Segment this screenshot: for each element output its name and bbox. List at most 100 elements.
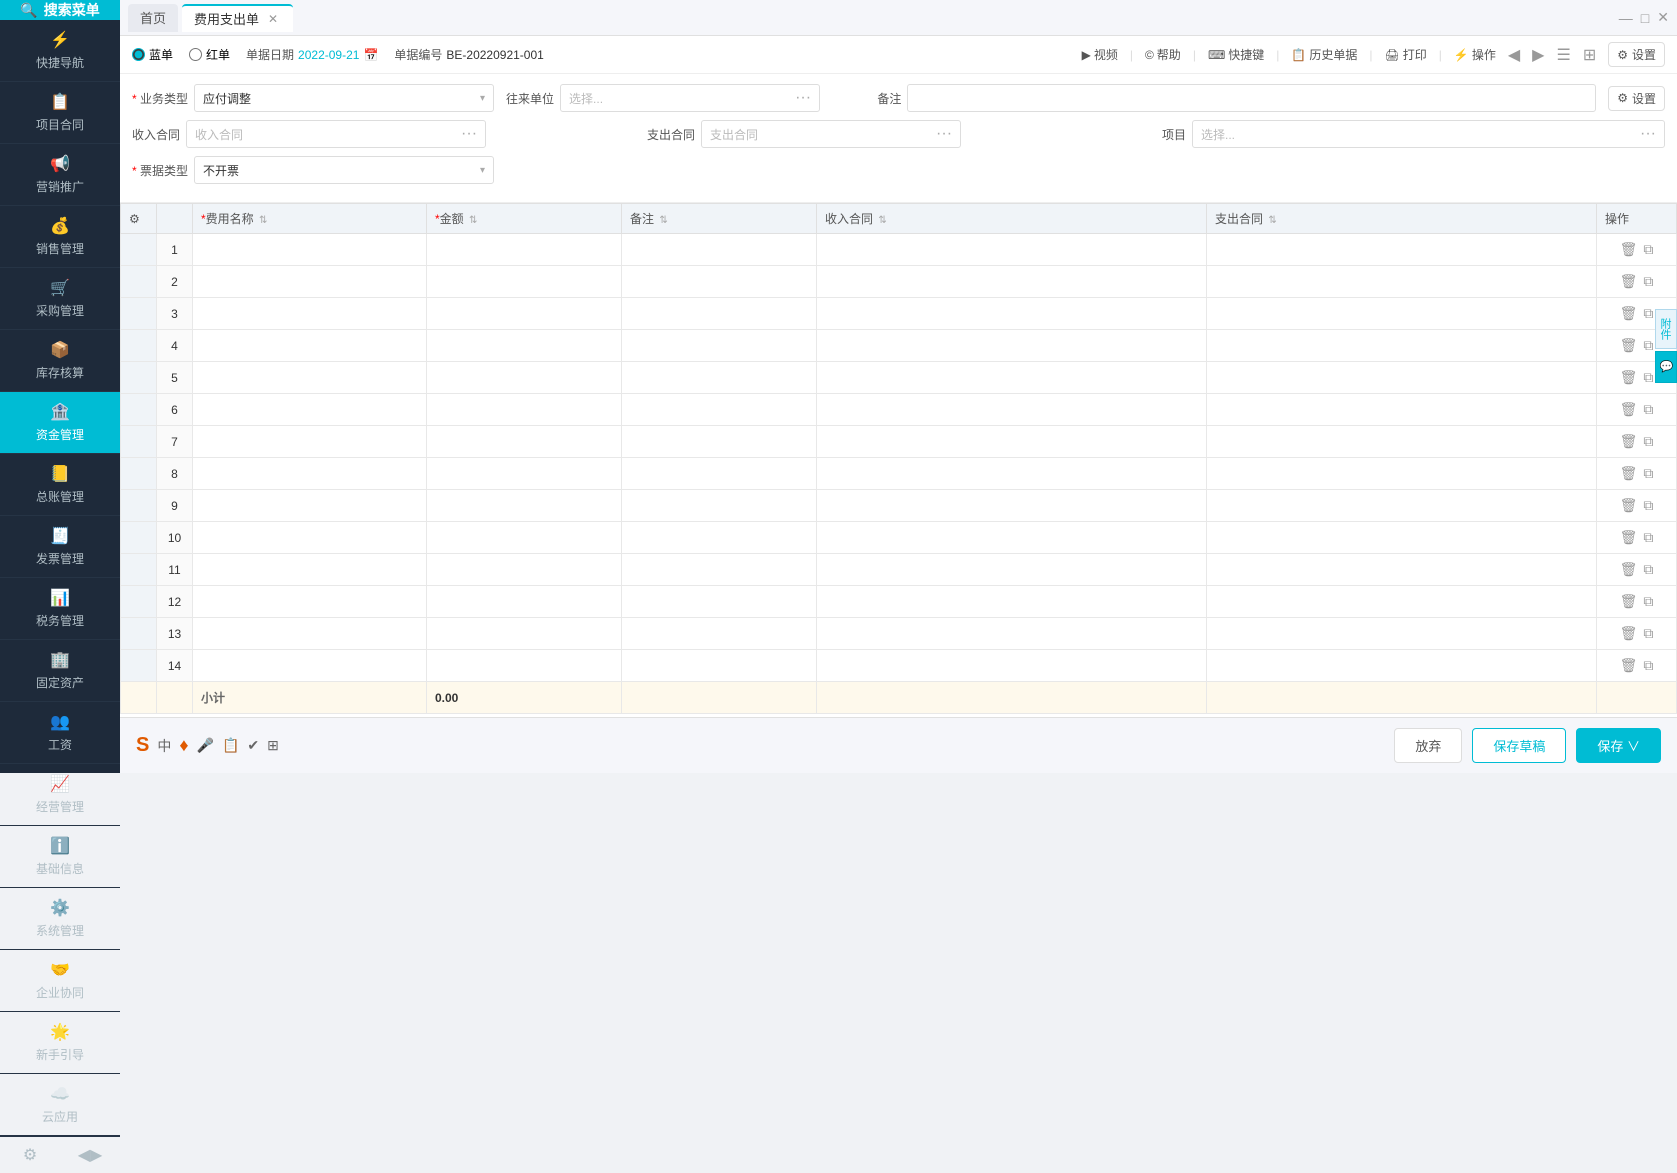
settings-button[interactable]: ⚙ 设置: [1608, 42, 1665, 67]
note-cell[interactable]: [622, 458, 817, 490]
sidebar-item-sys-mgmt[interactable]: ⚙️ 系统管理: [0, 888, 120, 950]
nav-prev-btn[interactable]: ◀: [1508, 45, 1520, 65]
table-row[interactable]: 9 🗑 ⧉: [121, 490, 1677, 522]
col-expense-name[interactable]: *费用名称 ⇅: [193, 204, 427, 234]
partner-input[interactable]: 选择... ···: [560, 84, 820, 112]
expense-contract-cell[interactable]: [1207, 522, 1597, 554]
expense-contract-cell[interactable]: [1207, 362, 1597, 394]
delete-icon[interactable]: 🗑: [1620, 465, 1638, 482]
amount-cell[interactable]: [427, 490, 622, 522]
income-contract-cell[interactable]: [817, 458, 1207, 490]
operations-action[interactable]: ⚡ 操作: [1454, 46, 1496, 63]
delete-icon[interactable]: 🗑: [1620, 273, 1638, 290]
date-value[interactable]: 2022-09-21: [298, 48, 359, 62]
note-cell[interactable]: [622, 362, 817, 394]
income-contract-cell[interactable]: [817, 618, 1207, 650]
copy-icon[interactable]: ⧉: [1643, 369, 1653, 386]
expense-contract-cell[interactable]: [1207, 234, 1597, 266]
note-cell[interactable]: [622, 394, 817, 426]
view-grid-btn[interactable]: ⊞: [1583, 45, 1596, 65]
sidebar-item-basic-info[interactable]: ℹ️ 基础信息: [0, 826, 120, 888]
partner-dots-btn[interactable]: ···: [795, 89, 811, 107]
note-cell[interactable]: [622, 522, 817, 554]
tab-home[interactable]: 首页: [128, 4, 178, 32]
income-contract-cell[interactable]: [817, 266, 1207, 298]
note-cell[interactable]: [622, 330, 817, 362]
expense-name-cell[interactable]: [193, 266, 427, 298]
table-row[interactable]: 11 🗑 ⧉: [121, 554, 1677, 586]
delete-icon[interactable]: 🗑: [1620, 529, 1638, 546]
expense-name-cell[interactable]: [193, 458, 427, 490]
copy-icon[interactable]: ⧉: [1643, 433, 1653, 450]
table-row[interactable]: 5 🗑 ⧉: [121, 362, 1677, 394]
copy-icon[interactable]: ⧉: [1643, 561, 1653, 578]
amount-cell[interactable]: [427, 618, 622, 650]
expense-name-cell[interactable]: [193, 618, 427, 650]
delete-icon[interactable]: 🗑: [1620, 433, 1638, 450]
close-btn[interactable]: ✕: [1657, 9, 1669, 26]
sidebar-item-tax[interactable]: 📊 税务管理: [0, 578, 120, 640]
calendar-icon[interactable]: 📅: [363, 48, 378, 62]
attachment-float-btn[interactable]: 附件: [1655, 309, 1677, 349]
expense-contract-dots[interactable]: ···: [936, 125, 952, 143]
expense-name-cell[interactable]: [193, 586, 427, 618]
expense-name-cell[interactable]: [193, 650, 427, 682]
expense-name-cell[interactable]: [193, 554, 427, 586]
table-row[interactable]: 6 🗑 ⧉: [121, 394, 1677, 426]
expense-contract-cell[interactable]: [1207, 458, 1597, 490]
minimize-btn[interactable]: —: [1619, 10, 1633, 26]
delete-icon[interactable]: 🗑: [1620, 337, 1638, 354]
sidebar-item-invoice[interactable]: 🧾 发票管理: [0, 516, 120, 578]
sidebar-item-sales[interactable]: 💰 销售管理: [0, 206, 120, 268]
copy-icon[interactable]: ⧉: [1643, 305, 1653, 322]
copy-icon[interactable]: ⧉: [1643, 465, 1653, 482]
copy-icon[interactable]: ⧉: [1643, 337, 1653, 354]
sidebar-item-quick-nav[interactable]: ⚡ 快捷导航: [0, 20, 120, 82]
project-input[interactable]: 选择... ···: [1192, 120, 1665, 148]
tab-close-btn[interactable]: ✕: [265, 11, 281, 27]
expense-name-cell[interactable]: [193, 362, 427, 394]
income-contract-cell[interactable]: [817, 426, 1207, 458]
income-contract-cell[interactable]: [817, 490, 1207, 522]
expense-name-cell[interactable]: [193, 394, 427, 426]
delete-icon[interactable]: 🗑: [1620, 657, 1638, 674]
expense-contract-cell[interactable]: [1207, 426, 1597, 458]
table-row[interactable]: 14 🗑 ⧉: [121, 650, 1677, 682]
col-income-contract[interactable]: 收入合同 ⇅: [817, 204, 1207, 234]
shortcuts-action[interactable]: ⌨ 快捷键: [1208, 46, 1264, 63]
copy-icon[interactable]: ⧉: [1643, 273, 1653, 290]
sidebar-item-ledger[interactable]: 📒 总账管理: [0, 454, 120, 516]
abandon-button[interactable]: 放弃: [1394, 728, 1462, 763]
business-type-select[interactable]: 应付调整 ▾: [194, 84, 494, 112]
help-action[interactable]: © 帮助: [1145, 46, 1181, 63]
comment-float-btn[interactable]: 💬: [1655, 351, 1677, 382]
expense-name-cell[interactable]: [193, 298, 427, 330]
expense-contract-cell[interactable]: [1207, 298, 1597, 330]
col-note[interactable]: 备注 ⇅: [622, 204, 817, 234]
amount-cell[interactable]: [427, 458, 622, 490]
amount-cell[interactable]: [427, 554, 622, 586]
amount-cell[interactable]: [427, 330, 622, 362]
expense-name-cell[interactable]: [193, 426, 427, 458]
note-cell[interactable]: [622, 618, 817, 650]
restore-btn[interactable]: □: [1641, 10, 1649, 26]
note-cell[interactable]: [622, 490, 817, 522]
amount-cell[interactable]: [427, 234, 622, 266]
amount-cell[interactable]: [427, 586, 622, 618]
receipt-type-select[interactable]: 不开票 ▾: [194, 156, 494, 184]
expense-contract-input[interactable]: 支出合同 ···: [701, 120, 961, 148]
delete-icon[interactable]: 🗑: [1620, 625, 1638, 642]
note-cell[interactable]: [622, 298, 817, 330]
expense-contract-cell[interactable]: [1207, 490, 1597, 522]
delete-icon[interactable]: 🗑: [1620, 497, 1638, 514]
video-action[interactable]: ▶ 视频: [1082, 46, 1118, 63]
note-cell[interactable]: [622, 426, 817, 458]
copy-icon[interactable]: ⧉: [1643, 593, 1653, 610]
income-contract-cell[interactable]: [817, 586, 1207, 618]
red-radio[interactable]: 红单: [189, 46, 230, 63]
table-row[interactable]: 12 🗑 ⧉: [121, 586, 1677, 618]
print-action[interactable]: 🖨 打印: [1385, 46, 1427, 63]
table-row[interactable]: 4 🗑 ⧉: [121, 330, 1677, 362]
copy-icon[interactable]: ⧉: [1643, 657, 1653, 674]
col-amount[interactable]: *金额 ⇅: [427, 204, 622, 234]
